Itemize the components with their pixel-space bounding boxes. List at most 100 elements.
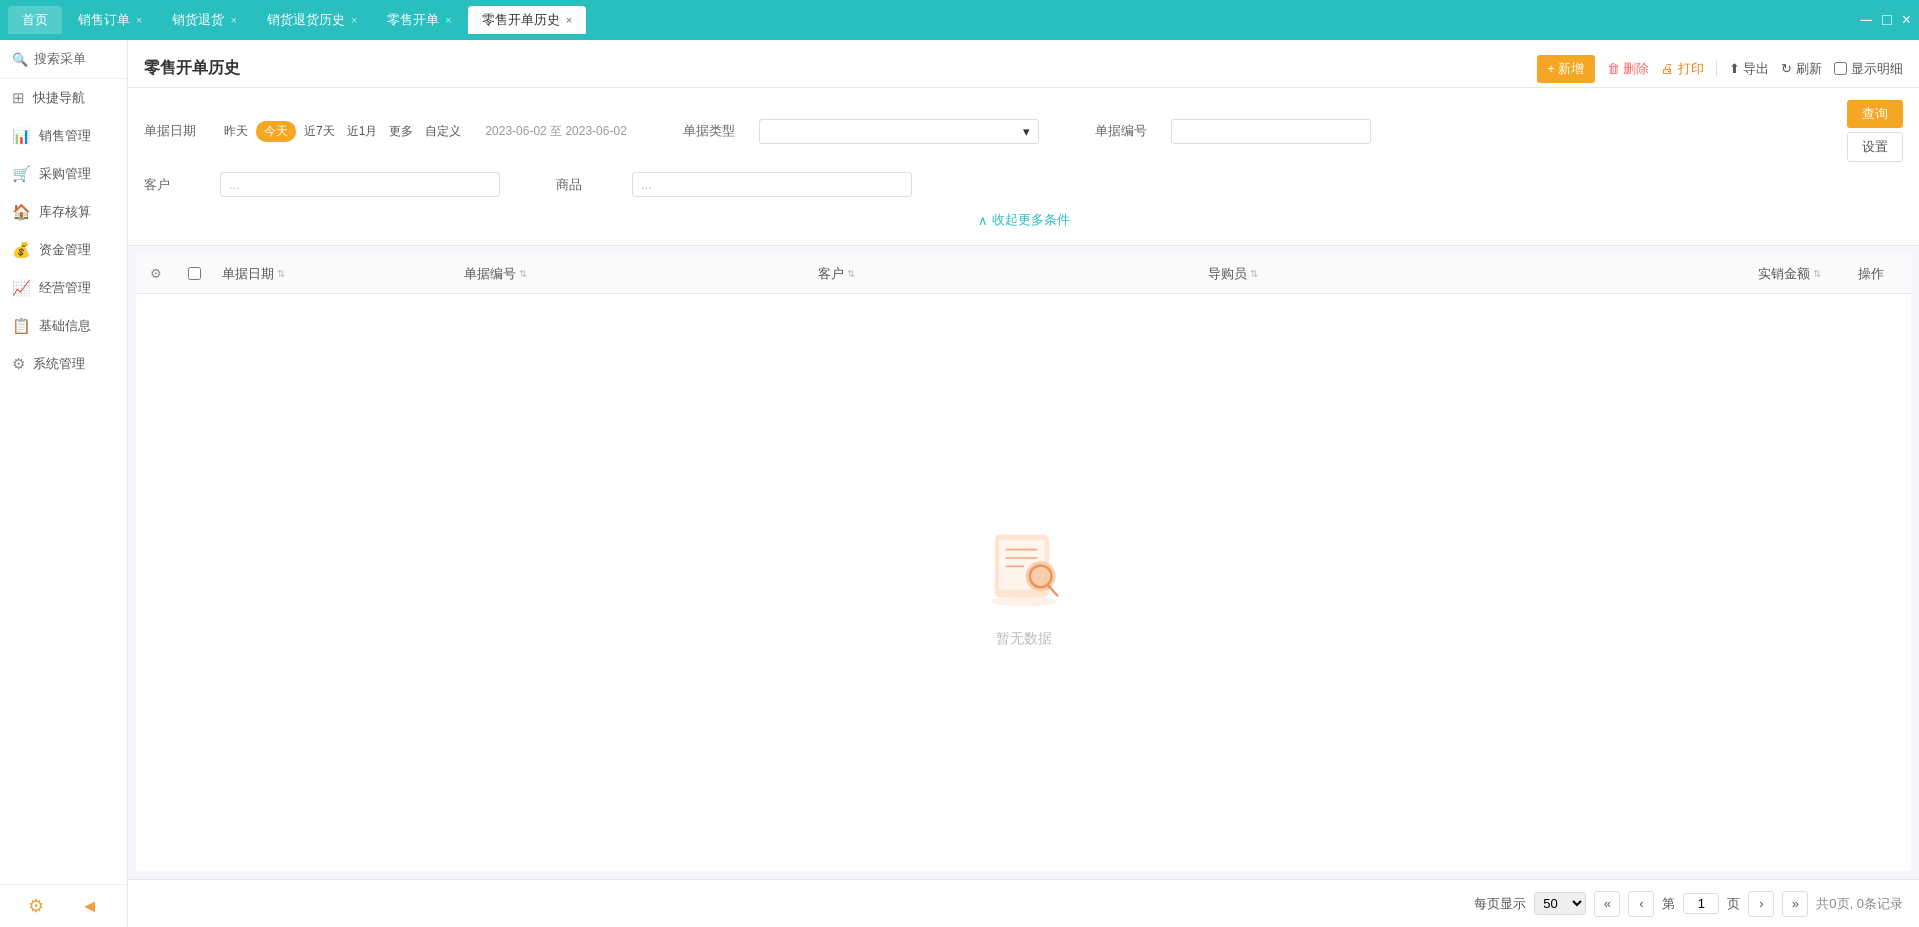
refresh-button[interactable]: ↻ 刷新	[1781, 60, 1822, 78]
sidebar-item-basic-info[interactable]: 📋 基础信息	[0, 307, 127, 345]
table-settings-icon[interactable]: ⚙	[150, 266, 162, 281]
sidebar-search-label: 搜索采单	[34, 50, 86, 68]
cart-icon: 🛒	[12, 165, 31, 183]
close-button[interactable]: ×	[1902, 11, 1911, 29]
sidebar-item-finance[interactable]: 💰 资金管理	[0, 231, 127, 269]
customer-placeholder: ...	[229, 177, 240, 192]
th-customer[interactable]: 客户 ⇅	[808, 265, 1198, 283]
maximize-button[interactable]: □	[1882, 11, 1892, 29]
next-page-button[interactable]: ›	[1748, 891, 1774, 917]
tab-retail-open-history[interactable]: 零售开单历史 ×	[468, 6, 586, 34]
tab-sales-order-label: 销售订单	[78, 11, 130, 29]
close-icon[interactable]: ×	[230, 14, 236, 26]
page-label-before: 第	[1662, 895, 1675, 913]
date-btn-more[interactable]: 更多	[385, 121, 417, 142]
print-button[interactable]: 🖨 打印	[1661, 60, 1704, 78]
page-number-input[interactable]	[1683, 893, 1719, 914]
home-icon: 🏠	[12, 203, 31, 221]
sort-icon: ⇅	[519, 268, 527, 279]
th-action-label: 操作	[1858, 265, 1884, 283]
sidebar-item-operation-label: 经营管理	[39, 279, 91, 297]
date-range-display: 2023-06-02 至 2023-06-02	[485, 123, 626, 140]
th-number-label: 单据编号	[464, 265, 516, 283]
settings-icon-btn[interactable]: ⚙	[28, 895, 44, 917]
close-icon[interactable]: ×	[445, 14, 451, 26]
window-controls: ─ □ ×	[1861, 11, 1911, 29]
filter-row-customer: 客户 ... 商品 ...	[144, 172, 1903, 197]
export-button[interactable]: ⬆ 导出	[1729, 60, 1770, 78]
top-tab-bar: 首页 销售订单 × 销货退货 × 销货退货历史 × 零售开单 × 零售开单历史 …	[0, 0, 1919, 40]
total-info: 共0页, 0条记录	[1816, 895, 1903, 913]
per-page-select[interactable]: 10 20 50 100	[1534, 892, 1586, 915]
toolbar: + 新增 🗑 删除 🖨 打印 ⬆ 导出 ↻ 刷新 显示明细	[1537, 55, 1903, 83]
th-number[interactable]: 单据编号 ⇅	[454, 265, 807, 283]
tab-home-label: 首页	[22, 11, 48, 29]
th-amount[interactable]: 实销金额 ⇅	[1626, 265, 1831, 283]
gear-icon: ⚙	[12, 355, 25, 373]
th-settings[interactable]: ⚙	[136, 266, 176, 281]
chevron-down-icon: ▾	[1023, 124, 1030, 139]
tab-home[interactable]: 首页	[8, 6, 62, 34]
date-btn-1month[interactable]: 近1月	[343, 121, 382, 142]
date-btn-custom[interactable]: 自定义	[421, 121, 465, 142]
sidebar-item-quick-nav-label: 快捷导航	[33, 89, 85, 107]
product-filter-label: 商品	[556, 176, 616, 194]
date-btn-7days[interactable]: 近7天	[300, 121, 339, 142]
sidebar-bottom: ⚙ ◄	[0, 884, 127, 927]
th-date[interactable]: 单据日期 ⇅	[212, 265, 454, 283]
show-detail-checkbox[interactable]: 显示明细	[1834, 60, 1903, 78]
grid-icon: ⊞	[12, 89, 25, 107]
date-btn-today[interactable]: 今天	[256, 121, 296, 142]
empty-text: 暂无数据	[996, 630, 1052, 648]
sort-icon: ⇅	[277, 268, 285, 279]
th-guide-label: 导购员	[1208, 265, 1247, 283]
tab-sales-return[interactable]: 销货退货 ×	[158, 6, 250, 34]
last-page-button[interactable]: »	[1782, 891, 1808, 917]
collapse-sidebar-button[interactable]: ◄	[81, 896, 99, 917]
prev-page-button[interactable]: ‹	[1628, 891, 1654, 917]
product-select[interactable]: ...	[632, 172, 912, 197]
tab-sales-order[interactable]: 销售订单 ×	[64, 6, 156, 34]
content-header: 零售开单历史 + 新增 🗑 删除 🖨 打印 ⬆ 导出 ↻ 刷新 显示明细	[128, 40, 1919, 88]
close-icon[interactable]: ×	[136, 14, 142, 26]
minimize-button[interactable]: ─	[1861, 11, 1872, 29]
close-icon[interactable]: ×	[351, 14, 357, 26]
query-button[interactable]: 查询	[1847, 100, 1903, 128]
date-btn-yesterday[interactable]: 昨天	[220, 121, 252, 142]
show-detail-input[interactable]	[1834, 62, 1847, 75]
doc-type-select[interactable]: ▾	[759, 119, 1039, 144]
th-checkbox[interactable]	[176, 267, 212, 280]
doc-num-input[interactable]	[1171, 119, 1371, 144]
tab-retail-open-label: 零售开单	[387, 11, 439, 29]
money-icon: 💰	[12, 241, 31, 259]
sidebar-item-purchase-mgmt[interactable]: 🛒 采购管理	[0, 155, 127, 193]
delete-button[interactable]: 🗑 删除	[1607, 60, 1650, 78]
first-page-button[interactable]: «	[1594, 891, 1620, 917]
th-action: 操作	[1831, 265, 1911, 283]
tab-sales-return-history[interactable]: 销货退货历史 ×	[253, 6, 371, 34]
sidebar-item-quick-nav[interactable]: ⊞ 快捷导航	[0, 79, 127, 117]
date-filter-label: 单据日期	[144, 122, 204, 140]
tab-retail-open[interactable]: 零售开单 ×	[373, 6, 465, 34]
sidebar-item-inventory[interactable]: 🏠 库存核算	[0, 193, 127, 231]
collapse-more-label: 收起更多条件	[992, 211, 1070, 229]
add-button[interactable]: + 新增	[1537, 55, 1594, 83]
sidebar-item-system-mgmt[interactable]: ⚙ 系统管理	[0, 345, 127, 383]
close-icon[interactable]: ×	[566, 14, 572, 26]
empty-state: 暂无数据	[136, 294, 1911, 871]
sidebar-item-finance-label: 资金管理	[39, 241, 91, 259]
pagination: 每页显示 10 20 50 100 « ‹ 第 页 › » 共0页, 0条记录	[128, 879, 1919, 927]
th-guide[interactable]: 导购员 ⇅	[1198, 265, 1440, 283]
sort-icon: ⇅	[1813, 268, 1821, 279]
customer-select[interactable]: ...	[220, 172, 500, 197]
sidebar-search[interactable]: 🔍 搜索采单	[0, 40, 127, 79]
sidebar-item-operation[interactable]: 📈 经营管理	[0, 269, 127, 307]
th-customer-label: 客户	[818, 265, 844, 283]
sidebar: 🔍 搜索采单 ⊞ 快捷导航 📊 销售管理 🛒 采购管理 🏠 库存核算 💰 资金管…	[0, 40, 128, 927]
sidebar-item-sales-mgmt[interactable]: 📊 销售管理	[0, 117, 127, 155]
sidebar-item-system-mgmt-label: 系统管理	[33, 355, 85, 373]
collapse-more-button[interactable]: ∧ 收起更多条件	[144, 207, 1903, 233]
select-all-checkbox[interactable]	[188, 267, 201, 280]
sort-icon: ⇅	[1250, 268, 1258, 279]
settings-button[interactable]: 设置	[1847, 132, 1903, 162]
